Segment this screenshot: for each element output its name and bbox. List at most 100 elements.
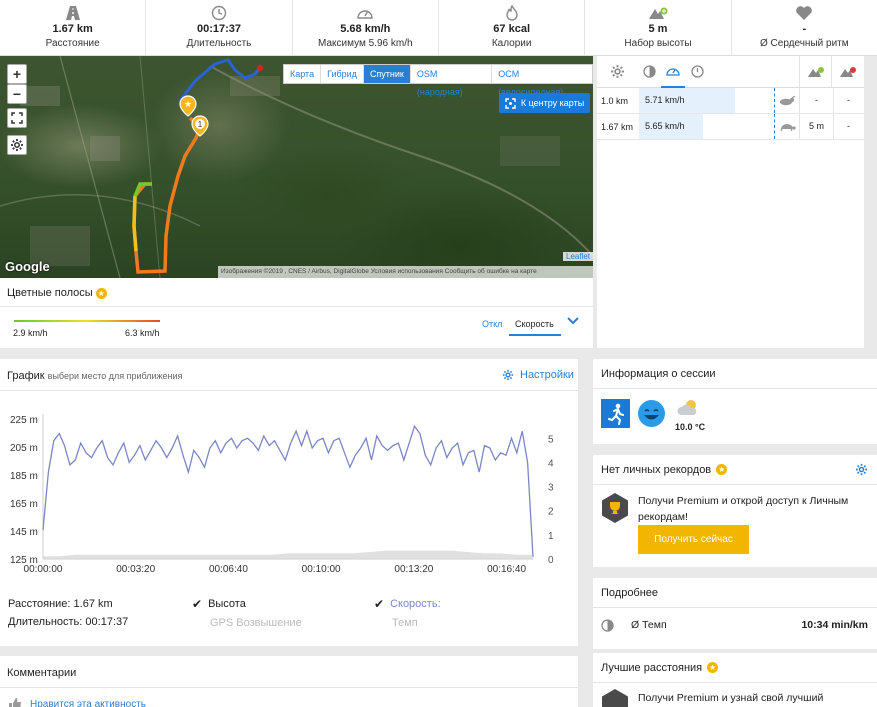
pace-icon (601, 619, 614, 635)
checkbox-gps-altitude[interactable]: GPS Возвышение (192, 617, 302, 629)
summary-distance: Расстояние: 1.67 km (8, 598, 113, 610)
flame-icon (439, 5, 584, 21)
layer-osm[interactable]: OSM (народная) (411, 65, 493, 97)
stat-distance: 1.67 km Расстояние (0, 0, 147, 55)
divider (0, 390, 578, 391)
splits-table: 1.0 km 5.71 km/h - - 1.67 km 5.65 km/h 5… (597, 55, 864, 348)
check-icon: ✔ (192, 597, 203, 611)
stat-heart-rate: - Ø Сердечный ритм (732, 0, 877, 55)
checkbox-altitude[interactable]: ✔ Высота (192, 597, 246, 611)
stat-label: Набор высоты (624, 38, 692, 49)
gradient-min-label: 2.9 km/h (13, 328, 48, 338)
clock-icon[interactable] (685, 65, 709, 78)
checkbox-pace[interactable]: Темп (374, 617, 418, 629)
stat-value: 5.68 km/h (340, 23, 391, 35)
speedometer-icon (293, 5, 438, 21)
details-title-text: Подробнее (601, 586, 659, 599)
session-info-card: Информация о сессии 10.0 °C (593, 359, 877, 444)
mountain-up-icon (585, 5, 730, 21)
layer-ocm[interactable]: OCM (велосипедная) (492, 65, 592, 97)
chart-title: График выбери место для приближения (7, 370, 182, 382)
layer-map[interactable]: Карта (284, 65, 322, 83)
split-bar-area (703, 114, 775, 139)
leaflet-link[interactable]: Leaflet (563, 252, 593, 261)
summary-distance-value: 1.67 km (73, 598, 113, 610)
x-tick-label: 00:13:20 (394, 564, 433, 575)
stat-label: Калории (491, 38, 532, 49)
weather-cloud-icon (676, 399, 700, 420)
session-title-text: Информация о сессии (601, 367, 716, 380)
km-marker-label: 1 (198, 120, 203, 129)
stat-value: 1.67 km (52, 23, 93, 35)
stat-duration: 00:17:37 Длительность (146, 0, 293, 55)
zoom-in-button[interactable]: + (7, 64, 27, 84)
gradient-max-label: 6.3 km/h (125, 328, 160, 338)
y-tick-label: 165 m (10, 499, 38, 510)
bands-speed-select[interactable]: Скорость (509, 316, 561, 336)
pace-icon[interactable] (637, 65, 661, 78)
pace-value: 10:34 min/km (801, 619, 868, 631)
speed-icon[interactable] (661, 56, 685, 88)
center-map-button[interactable]: К центру карты (499, 93, 590, 113)
like-button[interactable]: Нравится эта активность (8, 698, 146, 707)
y2-tick-label: 3 (548, 483, 554, 494)
svg-text:★: ★ (184, 100, 192, 110)
elevation-down-icon[interactable] (831, 55, 863, 88)
summary-duration-label: Длительность: (8, 616, 83, 628)
stats-bar: 1.67 km Расстояние 00:17:37 Длительность… (0, 0, 877, 56)
route-map[interactable]: ★ 1 + − Карта Гибрид Спутник OSM (народн… (0, 56, 593, 278)
activity-chart[interactable]: 225 m205 m185 m165 m145 m125 m54321000:0… (0, 404, 578, 629)
trophy-icon (602, 493, 628, 526)
x-tick-label: 00:16:40 (487, 564, 526, 575)
stat-elevation-gain: 5 m Набор высоты (585, 0, 732, 55)
chart-settings-button[interactable]: Настройки (502, 369, 574, 381)
premium-star-icon: ★ (707, 662, 719, 673)
layer-hybrid[interactable]: Гибрид (321, 65, 364, 83)
checkbox-speed[interactable]: ✔ Скорость: (374, 597, 441, 611)
stat-value: 5 m (648, 23, 668, 35)
y-tick-label: 225 m (10, 415, 38, 426)
like-link: Нравится эта активность (30, 698, 146, 707)
pace-label: Ø Темп (631, 619, 667, 631)
color-bands-panel: Цветные полосы ★ 2.9 km/h 6.3 km/h Откл … (0, 278, 593, 348)
bands-off-button[interactable]: Откл (482, 319, 502, 329)
fullscreen-icon[interactable] (7, 108, 27, 128)
table-row[interactable]: 1.67 km 5.65 km/h 5 m - (597, 114, 864, 140)
zoom-out-button[interactable]: − (7, 84, 27, 104)
gear-icon[interactable] (597, 64, 637, 79)
gear-icon[interactable] (855, 463, 868, 479)
table-row[interactable]: 1.0 km 5.71 km/h - - (597, 88, 864, 114)
chevron-down-icon[interactable] (567, 316, 579, 329)
altitude-area (43, 550, 533, 559)
best-distances-card: Лучшие расстояния ★ Получи Premium и узн… (593, 653, 877, 707)
splits-header (597, 55, 864, 88)
color-gradient-bar (14, 320, 160, 322)
y-tick-label: 145 m (10, 527, 38, 538)
running-icon (601, 399, 630, 428)
get-premium-button[interactable]: Получить сейчас (638, 525, 749, 554)
stat-label: Длительность (186, 38, 252, 49)
y-tick-label: 205 m (10, 443, 38, 454)
gear-icon[interactable] (7, 135, 27, 155)
y2-tick-label: 4 (548, 458, 554, 469)
split-distance: 1.67 km (601, 121, 634, 132)
clock-icon (146, 5, 291, 21)
y2-tick-label: 2 (548, 507, 554, 518)
stat-max-speed: 5.68 km/h Максимум 5.96 km/h (293, 0, 439, 55)
split-elev-up: - (799, 88, 833, 113)
color-bands-title-text: Цветные полосы (7, 287, 93, 299)
premium-star-icon: ★ (95, 288, 107, 299)
y-tick-label: 185 m (10, 471, 38, 482)
comments-title: Комментарии (7, 667, 77, 679)
chart-title-text: График (7, 370, 45, 382)
layer-satellite[interactable]: Спутник (363, 65, 411, 83)
divider (0, 687, 578, 688)
split-elev-down: - (833, 114, 863, 139)
split-elev-up: 5 m (799, 114, 833, 139)
premium-star-icon: ★ (716, 464, 728, 475)
y2-tick-label: 1 (548, 531, 554, 542)
route-path-orange (132, 116, 203, 274)
elevation-up-icon[interactable] (799, 55, 831, 88)
x-tick-label: 00:06:40 (209, 564, 248, 575)
rabbit-icon (775, 95, 799, 106)
